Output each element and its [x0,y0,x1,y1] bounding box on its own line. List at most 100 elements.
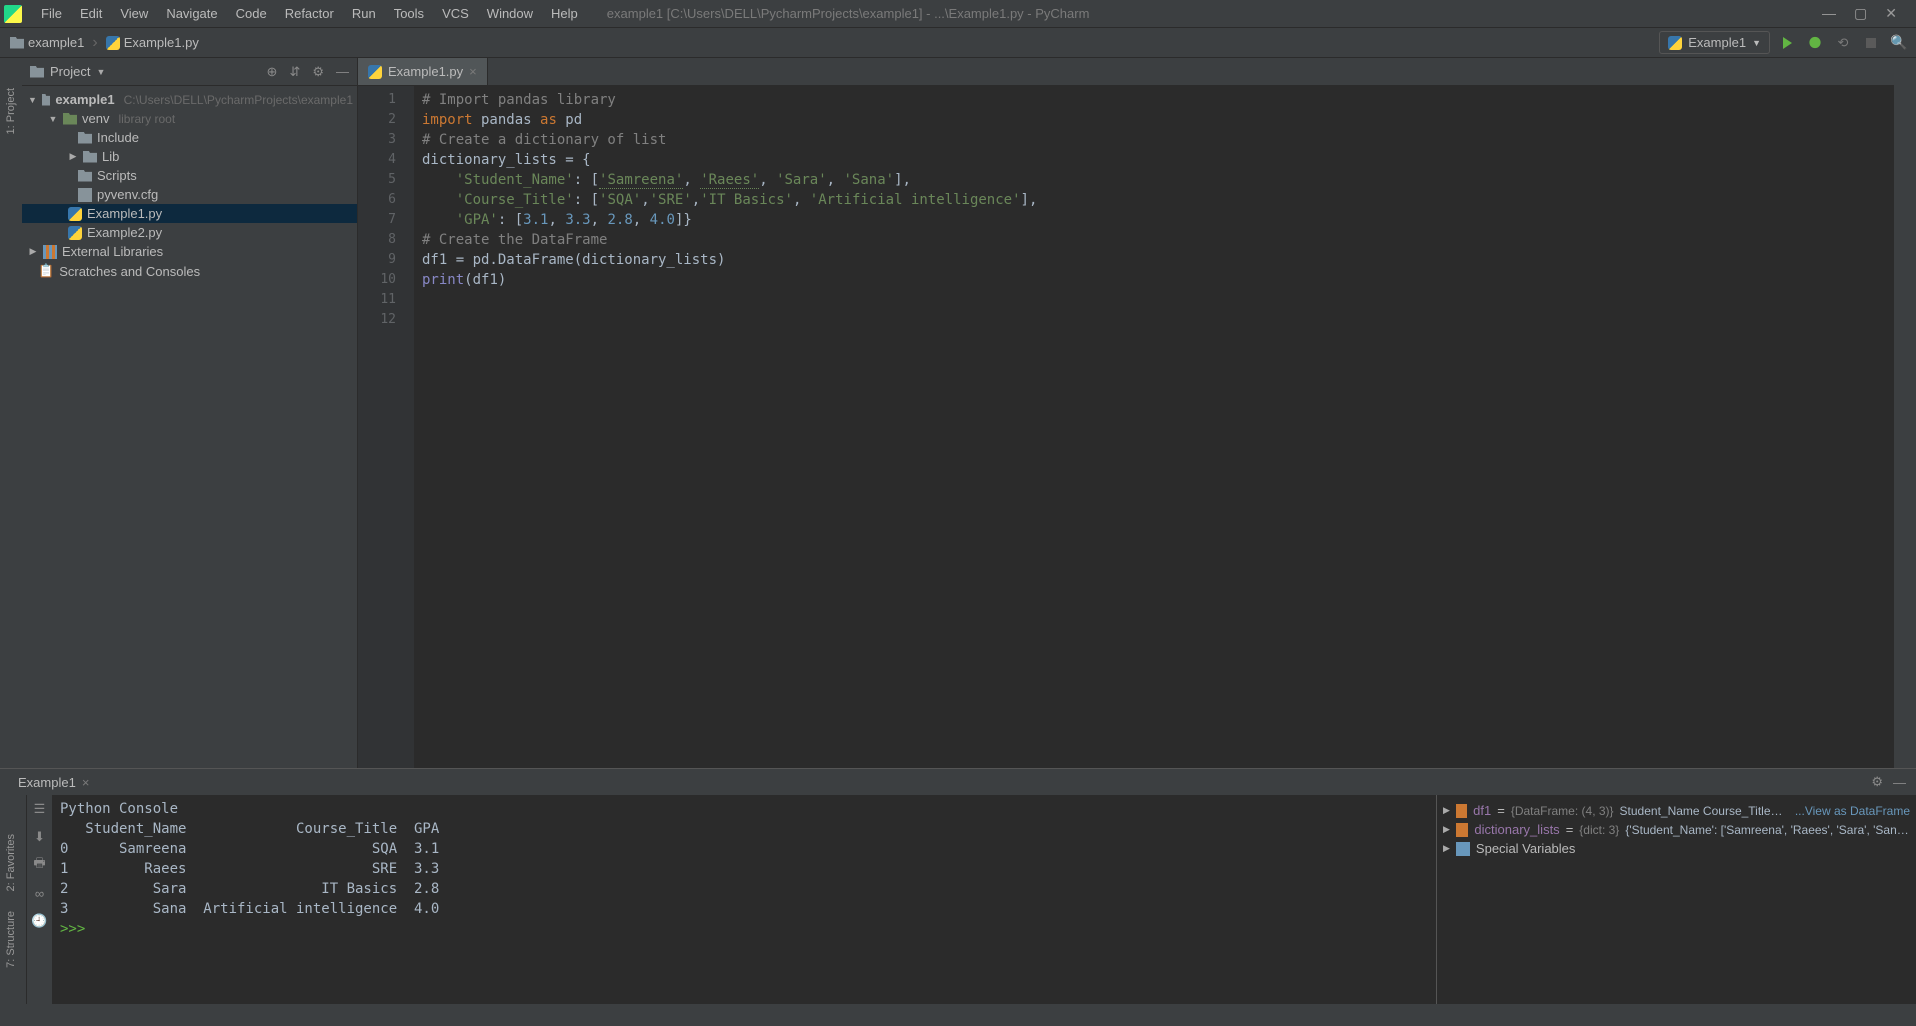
variable-icon [1456,823,1469,837]
close-tab-icon[interactable]: × [469,64,477,79]
run-coverage-button[interactable]: ⟲ [1832,32,1854,54]
variable-special[interactable]: ▶ Special Variables [1443,839,1910,858]
breadcrumb-label: Example1.py [124,35,199,50]
run-console-toolbar: ☰ ⬇ 🖶 ∞ 🕘 [26,795,52,1004]
expand-icon[interactable]: ▶ [1443,843,1450,854]
scroll-to-end-button[interactable]: ⬇ [32,829,48,845]
run-tab-example1[interactable]: Example1 × [10,772,97,793]
expand-icon[interactable]: ▶ [1443,805,1450,816]
variable-icon [1456,804,1467,818]
close-tab-icon[interactable]: × [82,775,90,790]
menu-vcs[interactable]: VCS [433,2,478,25]
minimize-button[interactable]: — [1822,5,1836,22]
project-panel-header: Project ▼ ⊕ ⇵ ⚙ — [22,58,357,86]
chevron-right-icon: › [92,34,97,52]
menu-view[interactable]: View [111,2,157,25]
python-file-icon [106,36,120,50]
folder-icon [10,37,24,49]
settings-icon[interactable]: ⚙ [312,64,324,80]
pycharm-icon [4,5,22,23]
breadcrumb-project[interactable]: example1 [6,33,88,52]
expand-icon[interactable] [28,95,37,105]
python-file-icon [68,226,82,240]
stop-button [1860,32,1882,54]
project-panel-title: Project [50,64,90,79]
hide-icon[interactable]: — [336,64,349,80]
print-button[interactable]: 🖶 [32,857,48,873]
variable-dictionary-lists[interactable]: ▶ dictionary_lists = {dict: 3} {'Student… [1443,820,1910,839]
tree-external-libraries[interactable]: External Libraries [22,242,357,261]
library-icon [43,245,57,259]
folder-icon [78,132,92,144]
project-tool-window: Project ▼ ⊕ ⇵ ⚙ — example1 C:\Users\DELL… [22,58,358,768]
variable-df1[interactable]: ▶ df1 = {DataFrame: (4, 3)} Student_Name… [1443,801,1910,820]
link-button[interactable]: ∞ [32,885,48,901]
menu-tools[interactable]: Tools [385,2,433,25]
editor-area: Example1.py × 123456789101112 # Import p… [358,58,1894,768]
expand-icon[interactable] [48,114,58,124]
folder-icon [42,94,50,106]
expand-icon[interactable] [68,151,78,162]
structure-tool-button[interactable]: 7: Structure [5,911,17,968]
code-content[interactable]: # Import pandas libraryimport pandas as … [414,86,1894,768]
menu-refactor[interactable]: Refactor [276,2,343,25]
python-file-icon [368,65,382,79]
project-icon [30,66,44,78]
run-config-label: Example1 [1688,35,1746,50]
project-tool-button[interactable]: 1: Project [5,88,17,134]
window-title: example1 [C:\Users\DELL\PycharmProjects\… [587,6,1822,21]
menu-edit[interactable]: Edit [71,2,111,25]
line-number-gutter: 123456789101112 [358,86,414,768]
view-as-dataframe-link[interactable]: ...View as DataFrame [1795,804,1910,818]
run-button[interactable] [1776,32,1798,54]
right-tool-stripe [1894,58,1916,768]
stop-icon [1866,38,1876,48]
code-editor[interactable]: 123456789101112 # Import pandas libraryi… [358,86,1894,768]
maximize-button[interactable]: ▢ [1854,5,1867,22]
close-button[interactable]: ✕ [1885,5,1897,22]
select-target-icon[interactable]: ⊕ [267,64,278,80]
tree-scripts[interactable]: Scripts [22,166,357,185]
run-configuration-dropdown[interactable]: Example1 ▼ [1659,31,1770,54]
menu-navigate[interactable]: Navigate [157,2,226,25]
debug-button[interactable] [1804,32,1826,54]
menu-code[interactable]: Code [227,2,276,25]
editor-tabs: Example1.py × [358,58,1894,86]
toggle-soft-wrap-button[interactable]: ☰ [32,801,48,817]
menu-run[interactable]: Run [343,2,385,25]
history-button[interactable]: 🕘 [32,913,48,929]
bug-icon [1808,36,1822,50]
expand-icon[interactable] [28,246,38,257]
editor-tab-example1[interactable]: Example1.py × [358,58,488,85]
expand-all-icon[interactable]: ⇵ [289,64,300,80]
chevron-down-icon: ▼ [1752,38,1761,48]
left-tool-stripe-bottom: 2: Favorites 7: Structure [0,804,22,1004]
expand-icon[interactable]: ▶ [1443,824,1450,835]
tree-venv[interactable]: venv library root [22,109,357,128]
play-icon [1783,37,1792,49]
menu-file[interactable]: File [32,2,71,25]
favorites-tool-button[interactable]: 2: Favorites [5,834,17,891]
tree-root[interactable]: example1 C:\Users\DELL\PycharmProjects\e… [22,90,357,109]
left-tool-stripe: 1: Project [0,58,22,768]
tree-example1-py[interactable]: Example1.py [22,204,357,223]
console-output[interactable]: Python Console Student_Name Course_Title… [52,795,1436,1004]
hide-icon[interactable]: — [1893,775,1906,790]
menu-window[interactable]: Window [478,2,542,25]
tab-label: Example1.py [388,64,463,79]
tree-pyvenv[interactable]: pyvenv.cfg [22,185,357,204]
chevron-down-icon[interactable]: ▼ [96,67,105,77]
settings-icon[interactable]: ⚙ [1871,774,1883,790]
run-tool-window: Example1 × ⚙ — ⟳ ▶ 🐞 ⚙ ＋ ☰ ⬇ 🖶 ∞ 🕘 Pytho… [0,768,1916,1004]
breadcrumb-file[interactable]: Example1.py [102,33,203,52]
folder-icon [78,170,92,182]
search-everywhere-button[interactable]: 🔍 [1888,32,1910,54]
variables-panel: ▶ df1 = {DataFrame: (4, 3)} Student_Name… [1436,795,1916,1004]
tree-scratches[interactable]: 📋 Scratches and Consoles [22,261,357,281]
tree-example2-py[interactable]: Example2.py [22,223,357,242]
tree-lib[interactable]: Lib [22,147,357,166]
breadcrumb: example1 › Example1.py [6,33,203,52]
search-icon: 🔍 [1890,34,1907,51]
tree-include[interactable]: Include [22,128,357,147]
menu-help[interactable]: Help [542,2,587,25]
